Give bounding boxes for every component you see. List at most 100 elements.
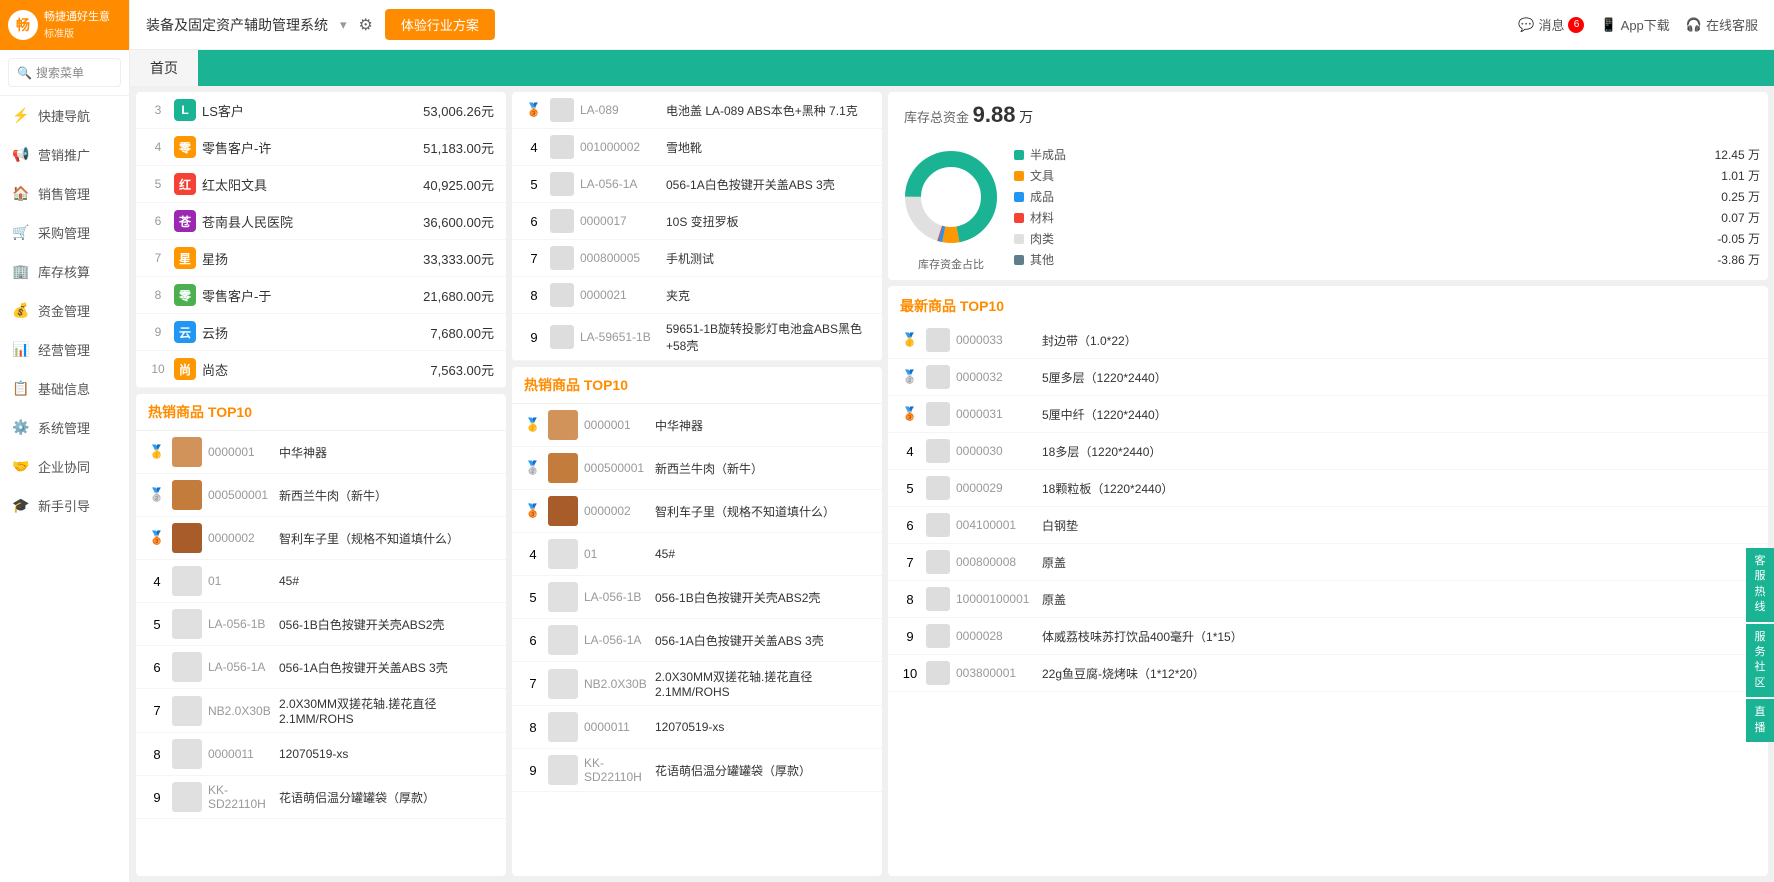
legend-dot [1014, 192, 1024, 202]
search-menu-label: 搜索菜单 [36, 64, 84, 81]
newest-item-9: 9 0000028 体威荔枝味苏打饮品400毫升（1*15） [888, 618, 1768, 655]
sidebar-item-sales[interactable]: 🏠 销售管理 [0, 174, 129, 213]
hot-products-title-2: 热销商品 [524, 377, 580, 393]
hot-product-item-3: 🥉 0000002 智利车子里（规格不知道填什么） [136, 517, 506, 560]
rank-name: 红太阳文具 [202, 175, 423, 194]
sidebar-item-system[interactable]: ⚙️ 系统管理 [0, 408, 129, 447]
hot-product-2-item-5: 5 LA-056-1B 056-1B白色按键开关壳ABS2壳 [512, 576, 882, 619]
online-service-button[interactable]: 🎧 在线客服 [1686, 15, 1758, 34]
inventory-unit: 万 [1019, 109, 1033, 125]
sidebar-item-label: 系统管理 [38, 418, 90, 437]
product-name: 45# [279, 574, 494, 588]
sidebar-item-inventory[interactable]: 🏢 库存核算 [0, 252, 129, 291]
hot-product-item-8: 8 0000011 12070519-xs [136, 733, 506, 776]
product-image [172, 480, 202, 510]
hot-products-panel: 热销商品 TOP10 🥇 0000001 中华神器 🥈 000500001 新西… [136, 394, 506, 876]
product-name: 12070519-xs [279, 747, 494, 761]
legend-value: -3.86 万 [1717, 251, 1760, 268]
product-image [172, 652, 202, 682]
sidebar-item-basic-info[interactable]: 📋 基础信息 [0, 369, 129, 408]
rank-number: 6 [148, 660, 166, 675]
newest-list: 🥇 0000033 封边带（1.0*22） 🥈 0000032 5厘多层（122… [888, 322, 1768, 692]
hot-product-2-item-4: 4 01 45# [512, 533, 882, 576]
rank-number: 6 [900, 518, 920, 533]
product-code: 001000002 [580, 140, 660, 154]
operations-icon: 📊 [12, 341, 30, 358]
hot-products-header-2: 热销商品 TOP10 [512, 367, 882, 404]
hot-product-item-9: 9 KK-SD22110H 花语萌侣温分罐罐袋（厚款） [136, 776, 506, 819]
sidebar-item-newbie[interactable]: 🎓 新手引导 [0, 486, 129, 525]
product-image [548, 755, 578, 785]
rank-number: 🥈 [524, 460, 542, 476]
content-area: 3 L LS客户 53,006.26元 4 零 零售客户-许 51,183.00… [130, 86, 1774, 882]
rank-number: 8 [524, 720, 542, 735]
rank-badge: 零 [174, 136, 196, 158]
sales-item-4: 4 零 零售客户-许 51,183.00元 [136, 129, 506, 166]
legend-item-1: 文具 1.01 万 [1014, 167, 1760, 184]
collab-icon: 🤝 [12, 458, 30, 475]
rank-name: 云扬 [202, 323, 430, 342]
rank-name: 苍南县人民医院 [202, 212, 423, 231]
mid-item-8: 8 0000021 夹克 [512, 277, 882, 314]
product-image [926, 550, 950, 574]
app-download-button[interactable]: 📱 App下载 [1600, 15, 1669, 34]
product-name: 体威荔枝味苏打饮品400毫升（1*15） [1042, 628, 1756, 645]
legend-value: 0.25 万 [1721, 188, 1760, 205]
tab-home[interactable]: 首页 [130, 50, 198, 86]
sidebar-item-finance[interactable]: 💰 资金管理 [0, 291, 129, 330]
cs-hotline-button[interactable]: 客服热线 [1746, 548, 1774, 622]
legend-value: 1.01 万 [1721, 167, 1760, 184]
newest-products-accent: TOP10 [960, 298, 1004, 314]
rank-badge: 尚 [174, 358, 196, 380]
hot-products-header: 热销商品 TOP10 [136, 394, 506, 431]
legend-value: -0.05 万 [1717, 230, 1760, 247]
product-image [926, 365, 950, 389]
sidebar-logo: 畅 畅捷通好生意 标准版 [0, 0, 129, 50]
legend-name: 其他 [1030, 251, 1711, 268]
product-name: 封边带（1.0*22） [1042, 332, 1756, 349]
sidebar-item-operations[interactable]: 📊 经营管理 [0, 330, 129, 369]
rank-number: 8 [148, 747, 166, 762]
search-icon: 🔍 [17, 66, 32, 80]
headset-icon: 🎧 [1686, 17, 1702, 33]
newest-item-5: 5 0000029 18颗粒板（1220*2440） [888, 470, 1768, 507]
cs-live-button[interactable]: 直播 [1746, 699, 1774, 742]
legend-item-3: 材料 0.07 万 [1014, 209, 1760, 226]
search-menu-button[interactable]: 🔍 搜索菜单 [8, 58, 121, 87]
hot-product-item-5: 5 LA-056-1B 056-1B白色按键开关壳ABS2壳 [136, 603, 506, 646]
product-name: 45# [655, 547, 870, 561]
legend-name: 材料 [1030, 209, 1715, 226]
logo-icon: 畅 [8, 10, 38, 40]
sales-list: 3 L LS客户 53,006.26元 4 零 零售客户-许 51,183.00… [136, 92, 506, 388]
product-image [926, 402, 950, 426]
legend-item-4: 肉类 -0.05 万 [1014, 230, 1760, 247]
rank-number: 4 [524, 140, 544, 155]
product-image [172, 566, 202, 596]
message-button[interactable]: 💬 消息 6 [1518, 15, 1584, 34]
product-code: LA-056-1B [584, 590, 649, 604]
app-download-label: App下载 [1621, 15, 1670, 34]
sidebar-item-quicknav[interactable]: ⚡ 快捷导航 [0, 96, 129, 135]
sidebar-item-marketing[interactable]: 📢 营销推广 [0, 135, 129, 174]
dropdown-arrow-icon[interactable]: ▾ [340, 17, 347, 33]
topbar-right: 💬 消息 6 📱 App下载 🎧 在线客服 [1518, 15, 1758, 34]
try-plan-button[interactable]: 体验行业方案 [385, 9, 495, 40]
product-image [550, 283, 574, 307]
cs-community-button[interactable]: 服务社区 [1746, 624, 1774, 698]
sidebar-item-purchase[interactable]: 🛒 采购管理 [0, 213, 129, 252]
settings-icon[interactable]: ⚙ [359, 15, 373, 35]
product-image [548, 496, 578, 526]
legend-value: 12.45 万 [1715, 146, 1760, 163]
product-code: 01 [208, 574, 273, 588]
rank-name: 零售客户-于 [202, 286, 423, 305]
rank-number: 9 [524, 330, 544, 345]
product-image [926, 476, 950, 500]
product-image [550, 325, 574, 349]
product-code: 003800001 [956, 666, 1036, 680]
sidebar-item-collab[interactable]: 🤝 企业协同 [0, 447, 129, 486]
product-image [172, 437, 202, 467]
logo-name: 畅捷通好生意 [44, 10, 110, 24]
product-name: 5厘中纤（1220*2440） [1042, 406, 1756, 423]
rank-number: 7 [524, 251, 544, 266]
sidebar-item-label: 资金管理 [38, 301, 90, 320]
